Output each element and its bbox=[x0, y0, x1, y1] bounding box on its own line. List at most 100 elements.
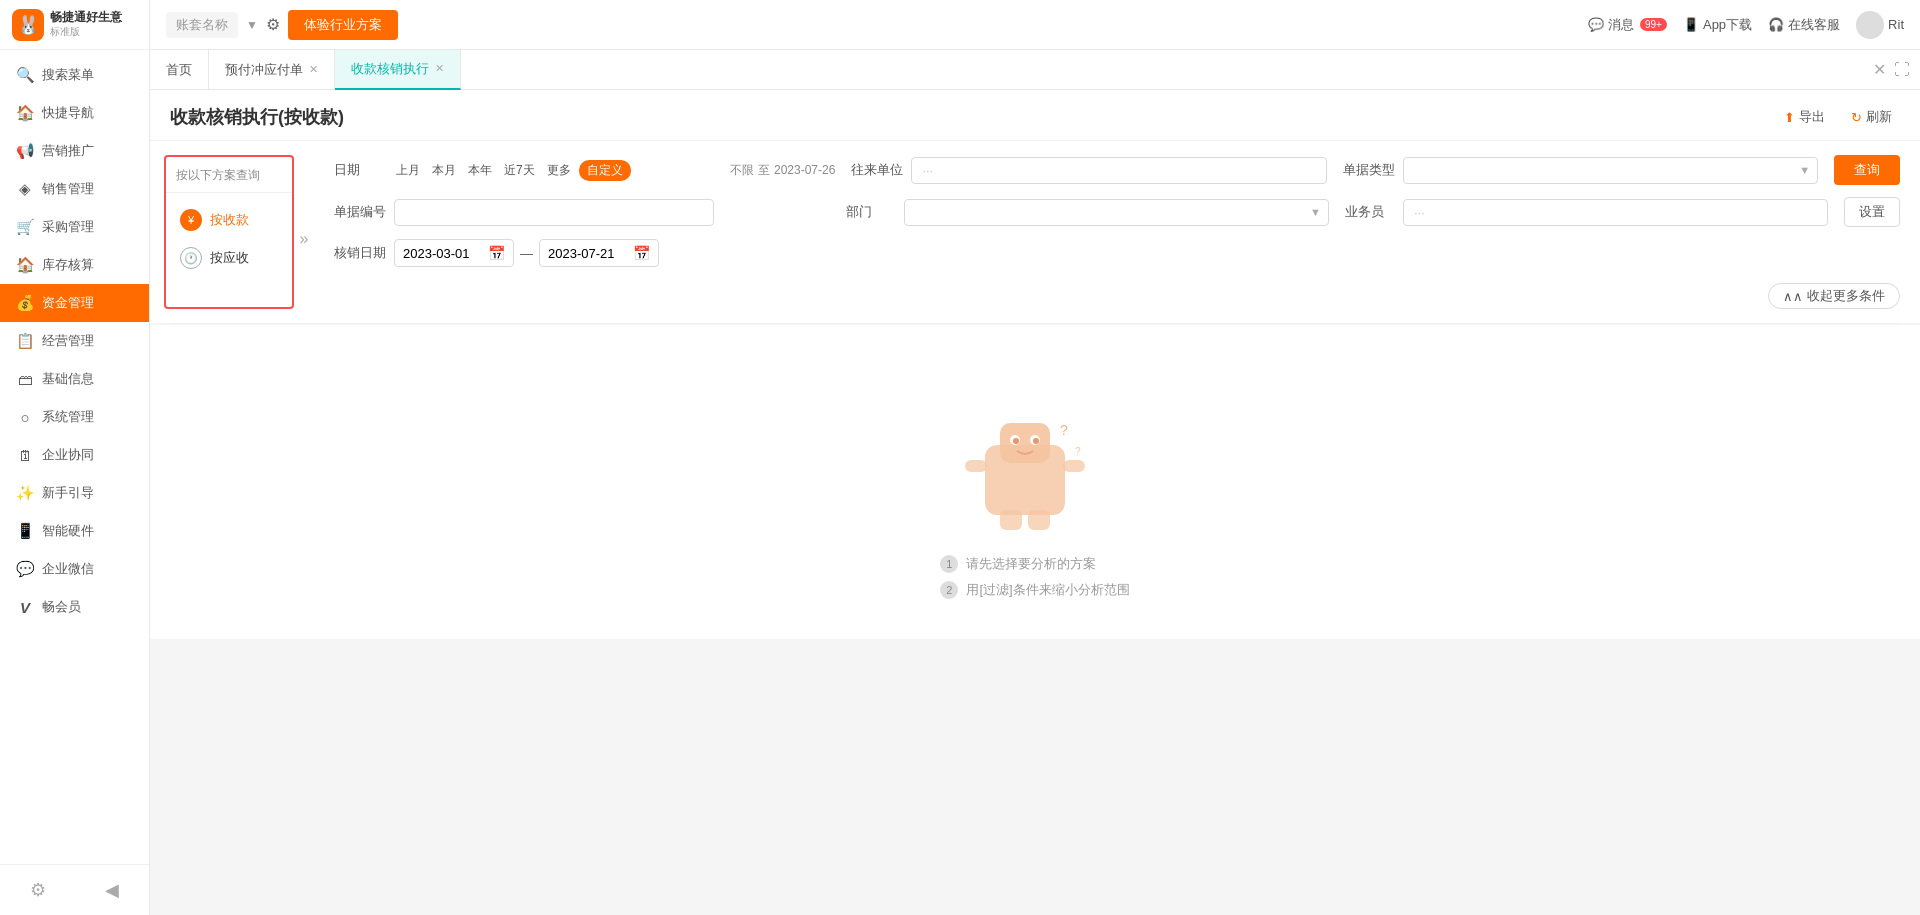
empty-step-2: 2 用[过滤]条件来缩小分析范围 bbox=[940, 581, 1129, 599]
app-download-label: App下载 bbox=[1703, 16, 1752, 34]
sidebar-item-search-menu[interactable]: 🔍 搜索菜单 bbox=[0, 56, 149, 94]
sidebar-item-sales[interactable]: ◈ 销售管理 bbox=[0, 170, 149, 208]
sidebar-item-member[interactable]: V 畅会员 bbox=[0, 588, 149, 626]
sidebar-item-inventory[interactable]: 🏠 库存核算 bbox=[0, 246, 149, 284]
sidebar-bottom: ⚙ ◀ bbox=[0, 864, 149, 915]
filter-by-receipt[interactable]: ¥ 按收款 bbox=[166, 201, 292, 239]
sidebar-label-marketing: 营销推广 bbox=[42, 142, 94, 160]
verify-date-range: 2023-03-01 📅 — 2023-07-21 📅 bbox=[394, 239, 659, 267]
tab-receipt[interactable]: 收款核销执行 ✕ bbox=[335, 50, 461, 90]
sidebar-item-hardware[interactable]: 📱 智能硬件 bbox=[0, 512, 149, 550]
svg-point-5 bbox=[1033, 438, 1039, 444]
industry-btn[interactable]: 体验行业方案 bbox=[288, 10, 398, 40]
inventory-icon: 🏠 bbox=[16, 256, 34, 274]
account-dropdown-icon[interactable]: ▼ bbox=[246, 18, 258, 32]
sidebar: 🐰 畅捷通好生意 标准版 🔍 搜索菜单 🏠 快捷导航 📢 营销推广 ◈ 销售管理… bbox=[0, 0, 150, 915]
sidebar-label-enterprise: 企业协同 bbox=[42, 446, 94, 464]
query-btn[interactable]: 查询 bbox=[1834, 155, 1900, 185]
filter-by-receivable[interactable]: 🕐 按应收 bbox=[166, 239, 292, 277]
sidebar-item-basic-info[interactable]: 🗃 基础信息 bbox=[0, 360, 149, 398]
calendar-end-icon[interactable]: 📅 bbox=[633, 245, 650, 261]
sidebar-label-basic-info: 基础信息 bbox=[42, 370, 94, 388]
settings-bottom-icon[interactable]: ⚙ bbox=[26, 875, 50, 905]
step-num-2: 2 bbox=[940, 581, 958, 599]
doc-type-select[interactable] bbox=[1403, 157, 1818, 184]
staff-input[interactable]: ··· bbox=[1403, 199, 1828, 226]
sidebar-label-wechat: 企业微信 bbox=[42, 560, 94, 578]
sidebar-label-inventory: 库存核算 bbox=[42, 256, 94, 274]
tab-close-all-icon[interactable]: ✕ bbox=[1873, 60, 1886, 79]
tab-bar: 首页 预付冲应付单 ✕ 收款核销执行 ✕ ✕ ⛶ bbox=[150, 50, 1920, 90]
tab-prepay-close-icon[interactable]: ✕ bbox=[309, 63, 318, 76]
receipt-icon: ¥ bbox=[180, 209, 202, 231]
tab-receipt-close-icon[interactable]: ✕ bbox=[435, 62, 444, 75]
settings-icon[interactable]: ⚙ bbox=[266, 15, 280, 34]
sidebar-item-management[interactable]: 📋 经营管理 bbox=[0, 322, 149, 360]
sidebar-label-search-menu: 搜索菜单 bbox=[42, 66, 94, 84]
phone-icon: 📱 bbox=[1683, 17, 1699, 32]
date-btn-7days[interactable]: 近7天 bbox=[500, 160, 539, 181]
filter-receivable-label: 按应收 bbox=[210, 249, 249, 267]
user-profile-btn[interactable]: Rit bbox=[1856, 11, 1904, 39]
svg-rect-9 bbox=[1028, 510, 1050, 530]
doc-no-label: 单据编号 bbox=[334, 203, 386, 221]
sidebar-item-quick-nav[interactable]: 🏠 快捷导航 bbox=[0, 94, 149, 132]
verify-date-start[interactable]: 2023-03-01 📅 bbox=[394, 239, 514, 267]
messages-btn[interactable]: 💬 消息 99+ bbox=[1588, 16, 1667, 34]
guide-icon: ✨ bbox=[16, 484, 34, 502]
sidebar-label-member: 畅会员 bbox=[42, 598, 81, 616]
dept-select-wrapper: ▼ bbox=[904, 199, 1329, 226]
verify-date-start-value: 2023-03-01 bbox=[403, 246, 470, 261]
collapse-sidebar-icon[interactable]: ◀ bbox=[101, 875, 123, 905]
sidebar-item-marketing[interactable]: 📢 营销推广 bbox=[0, 132, 149, 170]
basic-info-icon: 🗃 bbox=[16, 371, 34, 388]
panel-collapse-btn[interactable]: » bbox=[294, 155, 314, 323]
top-bar: 账套名称 ▼ ⚙ 体验行业方案 💬 消息 99+ 📱 App下载 🎧 在线客服 … bbox=[150, 0, 1920, 50]
partner-label: 往来单位 bbox=[851, 161, 903, 179]
sidebar-item-guide[interactable]: ✨ 新手引导 bbox=[0, 474, 149, 512]
export-btn[interactable]: ⬆ 导出 bbox=[1776, 104, 1833, 130]
svg-point-4 bbox=[1013, 438, 1019, 444]
settings-btn[interactable]: 设置 bbox=[1844, 197, 1900, 227]
sidebar-item-fund[interactable]: 💰 资金管理 bbox=[0, 284, 149, 322]
doc-no-input[interactable] bbox=[394, 199, 714, 226]
user-name: Rit bbox=[1888, 17, 1904, 32]
empty-state: ? ? 1 请先选择要分析的方案 2 用[过滤]条件来缩小分析范围 bbox=[150, 325, 1920, 639]
verify-date-end-value: 2023-07-21 bbox=[548, 246, 615, 261]
refresh-btn[interactable]: ↻ 刷新 bbox=[1843, 104, 1900, 130]
date-to-value: 2023-07-26 bbox=[774, 163, 835, 177]
date-btn-custom[interactable]: 自定义 bbox=[579, 160, 631, 181]
tab-home[interactable]: 首页 bbox=[150, 50, 209, 90]
messages-badge: 99+ bbox=[1640, 18, 1667, 31]
doc-type-label: 单据类型 bbox=[1343, 161, 1395, 179]
system-icon: ○ bbox=[16, 409, 34, 426]
sidebar-label-system: 系统管理 bbox=[42, 408, 94, 426]
page-actions: ⬆ 导出 ↻ 刷新 bbox=[1776, 104, 1900, 130]
verify-date-end[interactable]: 2023-07-21 📅 bbox=[539, 239, 659, 267]
date-btn-more[interactable]: 更多 bbox=[543, 160, 575, 181]
sidebar-item-enterprise[interactable]: 🗓 企业协同 bbox=[0, 436, 149, 474]
tab-prepay[interactable]: 预付冲应付单 ✕ bbox=[209, 50, 335, 90]
collapse-more-btn[interactable]: ∧∧ 收起更多条件 bbox=[1768, 283, 1900, 309]
logo-sub: 标准版 bbox=[50, 25, 122, 39]
date-btn-last-month[interactable]: 上月 bbox=[392, 160, 424, 181]
sidebar-label-guide: 新手引导 bbox=[42, 484, 94, 502]
svg-rect-1 bbox=[1000, 423, 1050, 463]
date-to-label: 至 bbox=[758, 162, 770, 179]
sidebar-item-wechat[interactable]: 💬 企业微信 bbox=[0, 550, 149, 588]
online-service-btn[interactable]: 🎧 在线客服 bbox=[1768, 16, 1840, 34]
date-btn-this-year[interactable]: 本年 bbox=[464, 160, 496, 181]
date-btn-this-month[interactable]: 本月 bbox=[428, 160, 460, 181]
page-header: 收款核销执行(按收款) ⬆ 导出 ↻ 刷新 bbox=[150, 90, 1920, 141]
sidebar-item-system[interactable]: ○ 系统管理 bbox=[0, 398, 149, 436]
sidebar-item-purchase[interactable]: 🛒 采购管理 bbox=[0, 208, 149, 246]
staff-label: 业务员 bbox=[1345, 203, 1395, 221]
dept-select[interactable] bbox=[904, 199, 1329, 226]
partner-input[interactable]: ··· bbox=[911, 157, 1326, 184]
calendar-start-icon[interactable]: 📅 bbox=[488, 245, 505, 261]
top-bar-right: 💬 消息 99+ 📱 App下载 🎧 在线客服 Rit bbox=[1588, 11, 1904, 39]
app-download-btn[interactable]: 📱 App下载 bbox=[1683, 16, 1752, 34]
tab-fullscreen-icon[interactable]: ⛶ bbox=[1894, 61, 1910, 79]
search-form: 日期 上月 本月 本年 近7天 更多 自定义 不限 至 2023 bbox=[314, 141, 1920, 323]
export-icon: ⬆ bbox=[1784, 110, 1795, 125]
